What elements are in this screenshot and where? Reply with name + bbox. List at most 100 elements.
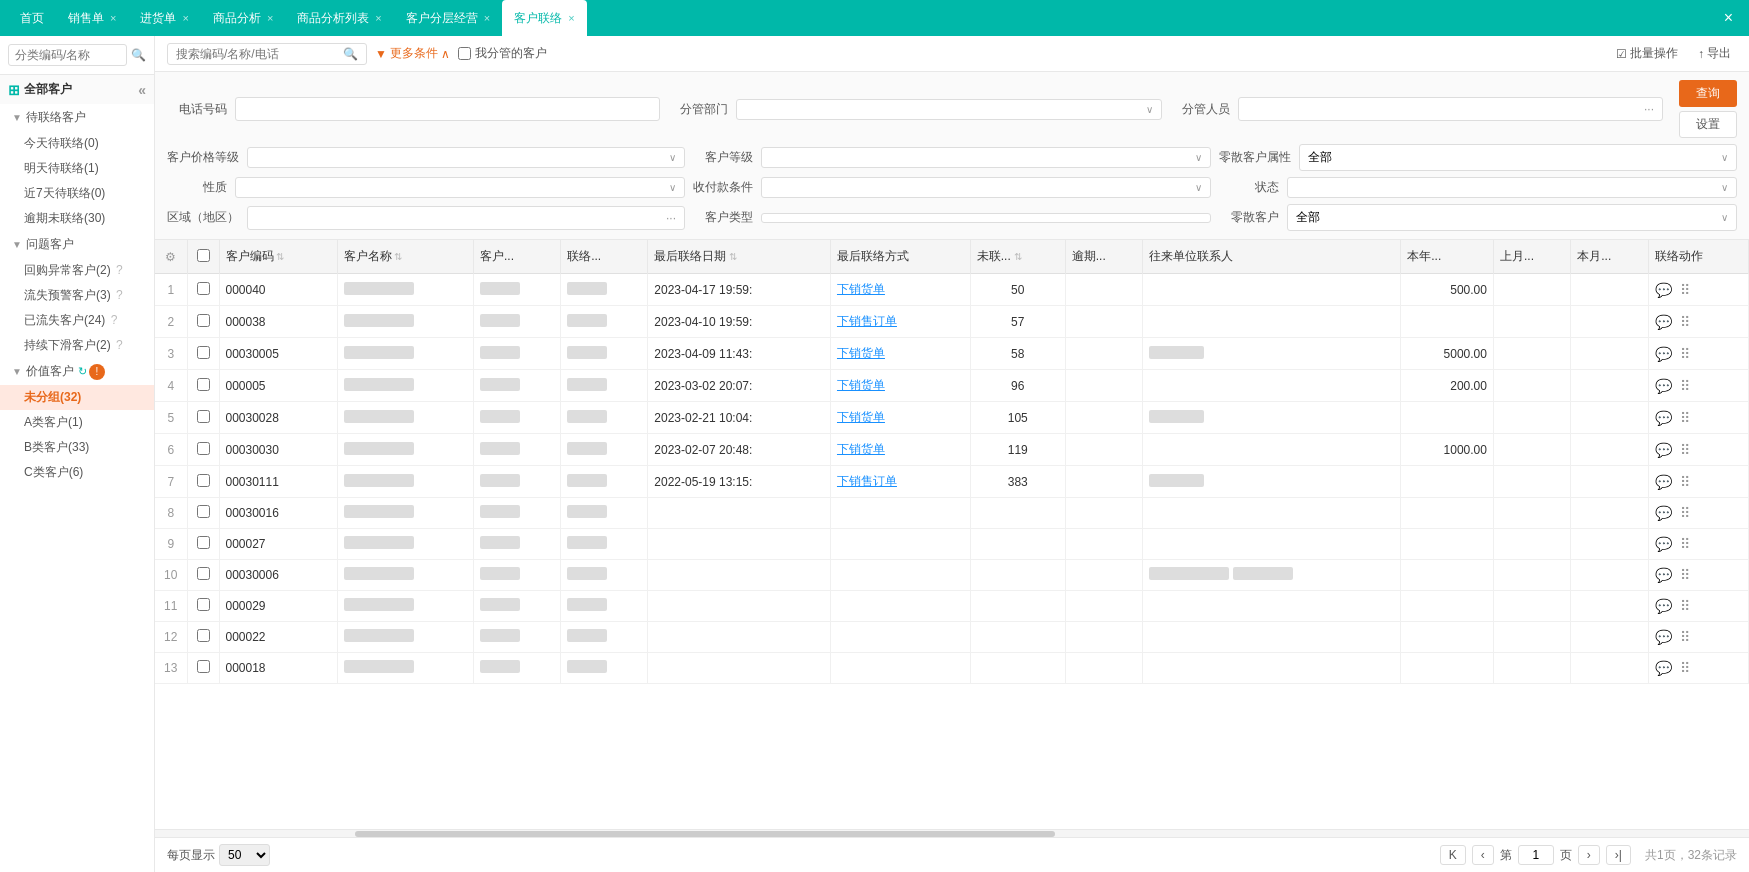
- more-action-icon[interactable]: ⠿: [1680, 282, 1690, 298]
- last-contact-method[interactable]: 下销货单: [830, 370, 970, 402]
- status-select[interactable]: ∨: [1287, 177, 1737, 198]
- retail-attr-select[interactable]: 全部 ∨: [1299, 144, 1737, 171]
- close-icon[interactable]: ×: [375, 12, 381, 24]
- last-contact-method[interactable]: 下销货单: [830, 402, 970, 434]
- row-checkbox-cell[interactable]: [187, 498, 219, 529]
- contact-method-link[interactable]: 下销货单: [837, 410, 885, 424]
- last-contact-method[interactable]: [830, 622, 970, 653]
- row-checkbox-cell[interactable]: [187, 274, 219, 306]
- last-contact-method[interactable]: [830, 560, 970, 591]
- contact-method-link[interactable]: 下销货单: [837, 346, 885, 360]
- last-page-button[interactable]: ›|: [1606, 845, 1631, 865]
- page-number-input[interactable]: [1518, 845, 1554, 865]
- row-checkbox-cell[interactable]: [187, 466, 219, 498]
- sidebar-item-churn-warning[interactable]: 流失预警客户(3) ?: [0, 283, 154, 308]
- last-contact-method[interactable]: [830, 498, 970, 529]
- contact-method-link[interactable]: 下销货单: [837, 378, 885, 392]
- settings-cell[interactable]: ⚙: [155, 240, 187, 274]
- horizontal-scrollbar[interactable]: [155, 829, 1749, 837]
- row-checkbox-cell[interactable]: [187, 591, 219, 622]
- sidebar-item-unclassified[interactable]: 未分组(32): [0, 385, 154, 410]
- close-icon[interactable]: ×: [568, 12, 574, 24]
- export-button[interactable]: ↑ 导出: [1692, 42, 1737, 65]
- row-checkbox[interactable]: [197, 410, 210, 423]
- close-icon[interactable]: ×: [267, 12, 273, 24]
- last-contact-method[interactable]: 下销售订单: [830, 466, 970, 498]
- row-checkbox-cell[interactable]: [187, 529, 219, 560]
- contact-method-link[interactable]: 下销售订单: [837, 474, 897, 488]
- col-no-contact[interactable]: 未联...: [970, 240, 1065, 274]
- more-action-icon[interactable]: ⠿: [1680, 410, 1690, 426]
- first-page-button[interactable]: K: [1440, 845, 1466, 865]
- row-checkbox[interactable]: [197, 282, 210, 295]
- scrollbar-thumb[interactable]: [355, 831, 1055, 837]
- retail-customer-select[interactable]: 全部 ∨: [1287, 204, 1737, 231]
- chat-icon[interactable]: 💬: [1655, 536, 1672, 552]
- dept-select[interactable]: ∨: [736, 99, 1161, 120]
- customer-type-select[interactable]: [761, 213, 1211, 223]
- last-contact-method[interactable]: [830, 591, 970, 622]
- more-action-icon[interactable]: ⠿: [1680, 536, 1690, 552]
- close-icon[interactable]: ×: [182, 12, 188, 24]
- collapse-icon[interactable]: «: [138, 82, 146, 98]
- row-checkbox-cell[interactable]: [187, 370, 219, 402]
- batch-operate-button[interactable]: ☑ 批量操作: [1610, 42, 1684, 65]
- row-checkbox[interactable]: [197, 629, 210, 642]
- select-all-checkbox[interactable]: [197, 249, 210, 262]
- last-contact-method[interactable]: 下销货单: [830, 274, 970, 306]
- more-filter-button[interactable]: ▼ 更多条件 ∧: [375, 45, 450, 62]
- last-contact-method[interactable]: [830, 529, 970, 560]
- phone-input[interactable]: [235, 97, 660, 121]
- prev-page-button[interactable]: ‹: [1472, 845, 1494, 865]
- row-checkbox-cell[interactable]: [187, 402, 219, 434]
- problem-group-header[interactable]: ▼ 问题客户: [0, 231, 154, 258]
- row-checkbox[interactable]: [197, 567, 210, 580]
- pending-group-header[interactable]: ▼ 待联络客户: [0, 104, 154, 131]
- main-search-box[interactable]: 🔍: [167, 43, 367, 65]
- more-action-icon[interactable]: ⠿: [1680, 442, 1690, 458]
- sidebar-item-class-a[interactable]: A类客户(1): [0, 410, 154, 435]
- window-close-button[interactable]: ×: [1716, 9, 1741, 27]
- region-select[interactable]: ···: [247, 206, 685, 230]
- chat-icon[interactable]: 💬: [1655, 629, 1672, 645]
- last-contact-method[interactable]: [830, 653, 970, 684]
- chat-icon[interactable]: 💬: [1655, 505, 1672, 521]
- row-checkbox-cell[interactable]: [187, 338, 219, 370]
- my-customers-toggle[interactable]: 我分管的客户: [458, 45, 547, 62]
- row-checkbox-cell[interactable]: [187, 622, 219, 653]
- chat-icon[interactable]: 💬: [1655, 314, 1672, 330]
- nav-customer-segment[interactable]: 客户分层经营 ×: [394, 0, 502, 36]
- chat-icon[interactable]: 💬: [1655, 410, 1672, 426]
- my-customers-checkbox[interactable]: [458, 47, 471, 60]
- more-action-icon[interactable]: ⠿: [1680, 629, 1690, 645]
- refresh-icon[interactable]: ↻: [78, 365, 87, 378]
- nav-customer-contact[interactable]: 客户联络 ×: [502, 0, 586, 36]
- payment-select[interactable]: ∨: [761, 177, 1211, 198]
- query-button[interactable]: 查询: [1679, 80, 1737, 107]
- sidebar-item-class-c[interactable]: C类客户(6): [0, 460, 154, 485]
- sidebar-item-declining[interactable]: 持续下滑客户(2) ?: [0, 333, 154, 358]
- row-checkbox-cell[interactable]: [187, 306, 219, 338]
- page-size-select[interactable]: 50 100 200: [219, 844, 270, 866]
- row-checkbox[interactable]: [197, 505, 210, 518]
- more-action-icon[interactable]: ⠿: [1680, 505, 1690, 521]
- row-checkbox-cell[interactable]: [187, 560, 219, 591]
- select-all-cell[interactable]: [187, 240, 219, 274]
- chat-icon[interactable]: 💬: [1655, 282, 1672, 298]
- category-search-input[interactable]: [8, 44, 127, 66]
- all-customers-header[interactable]: ⊞ 全部客户 «: [0, 75, 154, 104]
- price-level-select[interactable]: ∨: [247, 147, 685, 168]
- sidebar-item-today-pending[interactable]: 今天待联络(0): [0, 131, 154, 156]
- row-checkbox[interactable]: [197, 314, 210, 327]
- row-checkbox[interactable]: [197, 474, 210, 487]
- more-action-icon[interactable]: ⠿: [1680, 660, 1690, 676]
- sidebar-item-overdue-pending[interactable]: 逾期未联络(30): [0, 206, 154, 231]
- sidebar-item-abnormal[interactable]: 回购异常客户(2) ?: [0, 258, 154, 283]
- main-search-input[interactable]: [176, 47, 343, 61]
- row-checkbox[interactable]: [197, 660, 210, 673]
- sidebar-item-class-b[interactable]: B类客户(33): [0, 435, 154, 460]
- chat-icon[interactable]: 💬: [1655, 598, 1672, 614]
- nav-purchase[interactable]: 进货单 ×: [128, 0, 200, 36]
- row-checkbox-cell[interactable]: [187, 434, 219, 466]
- row-checkbox[interactable]: [197, 378, 210, 391]
